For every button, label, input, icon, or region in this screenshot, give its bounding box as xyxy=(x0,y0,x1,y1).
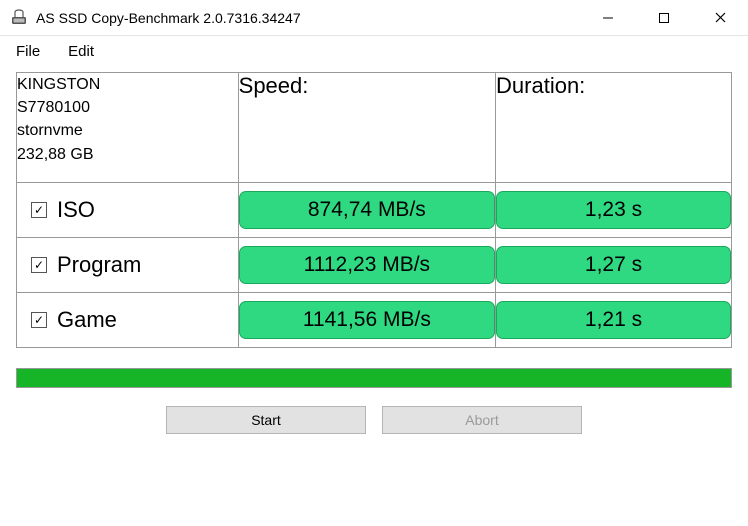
speed-iso: 874,74 MB/s xyxy=(239,191,495,229)
table-row: ✓ ISO 874,74 MB/s 1,23 s xyxy=(17,183,732,238)
row-label-iso: ISO xyxy=(57,197,95,223)
titlebar: AS SSD Copy-Benchmark 2.0.7316.34247 xyxy=(0,0,748,36)
close-button[interactable] xyxy=(692,0,748,35)
speed-program: 1112,23 MB/s xyxy=(239,246,495,284)
header-speed: Speed: xyxy=(238,73,495,183)
window-title: AS SSD Copy-Benchmark 2.0.7316.34247 xyxy=(36,10,580,26)
row-label-program: Program xyxy=(57,252,141,278)
drive-info-cell: KINGSTON S7780100 stornvme 232,88 GB xyxy=(17,73,239,183)
app-icon xyxy=(10,9,28,27)
table-row: ✓ Game 1141,56 MB/s 1,21 s xyxy=(17,293,732,348)
header-duration: Duration: xyxy=(496,73,732,183)
row-label-game: Game xyxy=(57,307,117,333)
results-area: KINGSTON S7780100 stornvme 232,88 GB Spe… xyxy=(0,66,748,348)
maximize-button[interactable] xyxy=(636,0,692,35)
window-controls xyxy=(580,0,748,35)
results-table: KINGSTON S7780100 stornvme 232,88 GB Spe… xyxy=(16,72,732,348)
checkbox-iso[interactable]: ✓ xyxy=(31,202,47,218)
drive-serial: S7780100 xyxy=(17,96,238,119)
menu-edit[interactable]: Edit xyxy=(68,43,94,60)
progress-bar xyxy=(16,368,732,388)
drive-driver: stornvme xyxy=(17,119,238,142)
duration-game: 1,21 s xyxy=(496,301,731,339)
duration-iso: 1,23 s xyxy=(496,191,731,229)
start-button[interactable]: Start xyxy=(166,406,366,434)
checkbox-game[interactable]: ✓ xyxy=(31,312,47,328)
minimize-button[interactable] xyxy=(580,0,636,35)
menubar: File Edit xyxy=(0,36,748,66)
duration-program: 1,27 s xyxy=(496,246,731,284)
drive-name: KINGSTON xyxy=(17,73,238,96)
drive-capacity: 232,88 GB xyxy=(17,143,238,166)
abort-button: Abort xyxy=(382,406,582,434)
table-row: ✓ Program 1112,23 MB/s 1,27 s xyxy=(17,238,732,293)
menu-file[interactable]: File xyxy=(16,43,40,60)
progress-area xyxy=(0,348,748,398)
checkbox-program[interactable]: ✓ xyxy=(31,257,47,273)
button-row: Start Abort xyxy=(0,398,748,434)
speed-game: 1141,56 MB/s xyxy=(239,301,495,339)
